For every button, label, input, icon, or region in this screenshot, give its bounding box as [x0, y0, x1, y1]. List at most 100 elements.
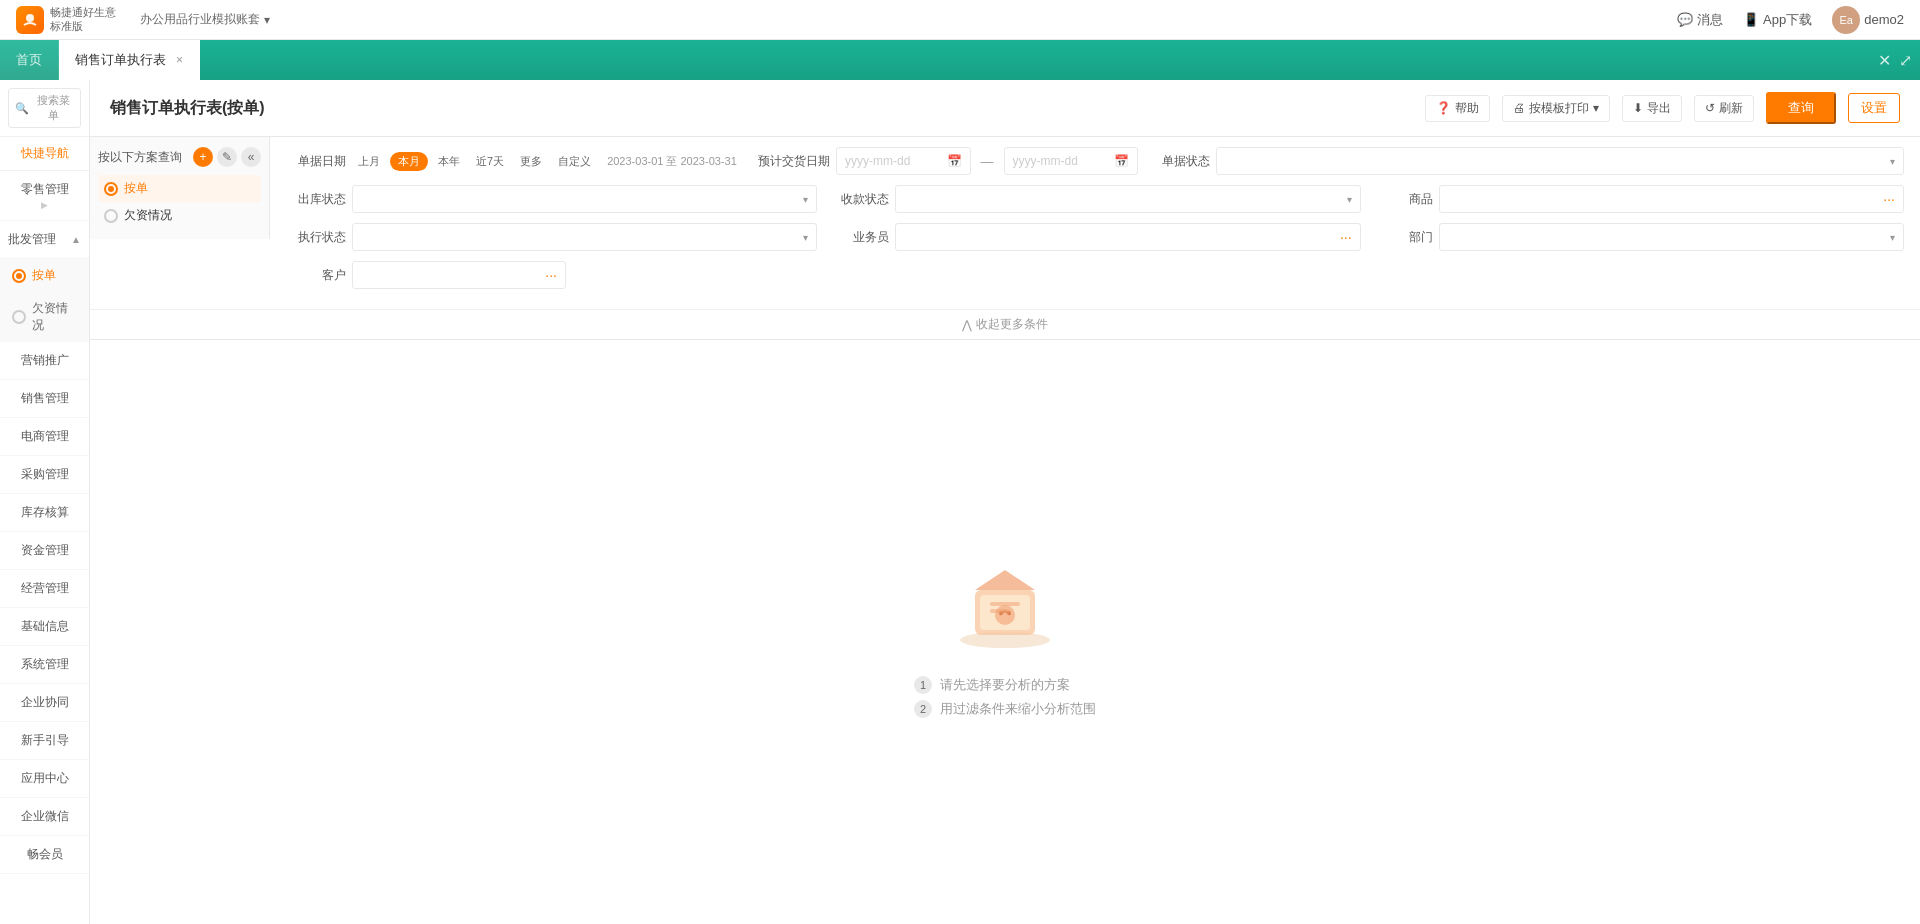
expand-window-icon[interactable]: ⤢: [1899, 51, 1912, 70]
filter-goods-field: 商品 ···: [1373, 185, 1904, 213]
sidebar-item-enterprise[interactable]: 企业协同: [0, 684, 89, 722]
debt-scheme-icon: [104, 209, 118, 223]
payment-label: 收款状态: [829, 191, 889, 208]
help-button[interactable]: ❓ 帮助: [1425, 95, 1490, 122]
salesman-more-icon[interactable]: ···: [1340, 229, 1352, 245]
status-label: 单据状态: [1150, 153, 1210, 170]
payment-select[interactable]: ▾: [895, 185, 1360, 213]
filter-panel: 按以下方案查询 + ✎ «: [90, 137, 1920, 339]
dept-arrow-icon: ▾: [1890, 232, 1895, 243]
sidebar-item-ecommerce[interactable]: 电商管理: [0, 418, 89, 456]
sidebar-item-apps[interactable]: 应用中心: [0, 760, 89, 798]
expected-date-from-input[interactable]: yyyy-mm-dd 📅: [836, 147, 971, 175]
filter-expected-date-field: 预计交货日期 yyyy-mm-dd 📅 — yyyy-mm-dd 📅: [758, 147, 1138, 175]
shortcut-last-month[interactable]: 上月: [352, 152, 386, 171]
exec-select[interactable]: ▾: [352, 223, 817, 251]
filter-date-field: 单据日期 上月 本月 本年 近7天 更多 自定义 2023-03-01 至 20…: [286, 152, 746, 171]
query-button[interactable]: 查询: [1766, 92, 1836, 124]
tab-close-icon[interactable]: ×: [176, 53, 183, 67]
filter-row-3: 执行状态 ▾ 业务员 ···: [286, 223, 1904, 251]
home-tab-label: 首页: [16, 51, 42, 69]
delivery-select[interactable]: ▾: [352, 185, 817, 213]
export-button[interactable]: ⬇ 导出: [1622, 95, 1682, 122]
shortcut-custom[interactable]: 自定义: [552, 152, 597, 171]
scheme-item-order[interactable]: 按单: [98, 175, 261, 202]
close-window-icon[interactable]: ✕: [1878, 51, 1891, 70]
shortcut-this-month[interactable]: 本月: [390, 152, 428, 171]
nav-tabs-right: ✕ ⤢: [1878, 51, 1920, 70]
sidebar-item-retail[interactable]: 零售管理 ▶: [0, 171, 89, 221]
edit-icon: ✎: [222, 150, 232, 164]
sidebar-item-basic[interactable]: 基础信息: [0, 608, 89, 646]
logo-text: 畅捷通好生意 标准版: [50, 6, 116, 32]
scheme-edit-button[interactable]: ✎: [217, 147, 237, 167]
refresh-button[interactable]: ↺ 刷新: [1694, 95, 1754, 122]
filter-scheme: 按以下方案查询 + ✎ «: [90, 137, 270, 239]
step-2-num: 2: [914, 700, 932, 718]
customer-input[interactable]: ···: [352, 261, 566, 289]
sidebar-quick-nav[interactable]: 快捷导航: [0, 137, 89, 171]
step-2-text: 用过滤条件来缩小分析范围: [940, 700, 1096, 718]
svg-point-0: [26, 14, 34, 22]
empty-step-1: 1 请先选择要分析的方案: [914, 676, 1096, 694]
sidebar-item-guide[interactable]: 新手引导: [0, 722, 89, 760]
sidebar-sub-item-debt[interactable]: 欠资情况: [0, 292, 89, 342]
sidebar-item-purchase[interactable]: 采购管理: [0, 456, 89, 494]
scheme-item-debt[interactable]: 欠资情况: [98, 202, 261, 229]
customer-more-icon[interactable]: ···: [545, 267, 557, 283]
logo-icon: [16, 6, 44, 34]
filter-row-1: 单据日期 上月 本月 本年 近7天 更多 自定义 2023-03-01 至 20…: [286, 147, 1904, 175]
page-title: 销售订单执行表(按单): [110, 98, 265, 131]
goods-more-icon[interactable]: ···: [1883, 191, 1895, 207]
svg-rect-9: [990, 609, 1010, 613]
sidebar-sub-item-order[interactable]: 按单: [0, 259, 89, 292]
tab-home[interactable]: 首页: [0, 40, 59, 80]
goods-label: 商品: [1373, 191, 1433, 208]
settings-button[interactable]: 设置: [1848, 93, 1900, 123]
message-button[interactable]: 💬 消息: [1677, 11, 1723, 29]
goods-input[interactable]: ···: [1439, 185, 1904, 213]
sidebar-item-inventory[interactable]: 库存核算: [0, 494, 89, 532]
print-arrow-icon: ▾: [1593, 101, 1599, 115]
sidebar-item-sales-mgmt[interactable]: 销售管理: [0, 380, 89, 418]
sidebar-item-wechat[interactable]: 企业微信: [0, 798, 89, 836]
dept-select[interactable]: ▾: [1439, 223, 1904, 251]
filter-salesman-field: 业务员 ···: [829, 223, 1360, 251]
empty-illustration: [945, 540, 1065, 660]
sidebar-item-marketing[interactable]: 营销推广: [0, 342, 89, 380]
scheme-collapse-button[interactable]: «: [241, 147, 261, 167]
user-menu[interactable]: Ea demo2: [1832, 6, 1904, 34]
help-icon: ❓: [1436, 101, 1451, 115]
status-select[interactable]: ▾: [1216, 147, 1904, 175]
shortcut-7days[interactable]: 近7天: [470, 152, 510, 171]
calendar-icon: 📅: [947, 154, 962, 168]
tab-sales-order[interactable]: 销售订单执行表 ×: [59, 40, 200, 80]
search-menu-button[interactable]: 🔍 搜索菜单: [8, 88, 81, 128]
sidebar-item-system[interactable]: 系统管理: [0, 646, 89, 684]
nav-tabs: 首页 销售订单执行表 × ✕ ⤢: [0, 40, 1920, 80]
step-1-num: 1: [914, 676, 932, 694]
app-download-button[interactable]: 📱 App下载: [1743, 11, 1812, 29]
wholesale-expand-icon: ▲: [71, 234, 81, 245]
salesman-input[interactable]: ···: [895, 223, 1360, 251]
breadcrumb-arrow[interactable]: ▾: [264, 13, 270, 27]
scheme-dot-icon: [104, 182, 118, 196]
breadcrumb: 办公用品行业模拟账套 ▾: [140, 11, 270, 28]
scheme-add-button[interactable]: +: [193, 147, 213, 167]
scheme-actions: + ✎ «: [193, 147, 261, 167]
sidebar-item-member[interactable]: 畅会员: [0, 836, 89, 874]
date-shortcuts: 上月 本月 本年 近7天 更多 自定义: [352, 152, 597, 171]
sidebar-item-finance[interactable]: 资金管理: [0, 532, 89, 570]
shortcut-this-year[interactable]: 本年: [432, 152, 466, 171]
expected-date-to-input[interactable]: yyyy-mm-dd 📅: [1004, 147, 1139, 175]
template-print-button[interactable]: 🖨 按模板打印 ▾: [1502, 95, 1610, 122]
svg-marker-4: [975, 570, 1035, 590]
filter-collapse-button[interactable]: ⋀ 收起更多条件: [90, 309, 1920, 339]
dept-label: 部门: [1373, 229, 1433, 246]
sidebar-item-operations[interactable]: 经营管理: [0, 570, 89, 608]
shortcut-more[interactable]: 更多: [514, 152, 548, 171]
sidebar-item-wholesale[interactable]: 批发管理 ▲: [0, 221, 89, 259]
header-right: 💬 消息 📱 App下载 Ea demo2: [1677, 6, 1904, 34]
order-dot-icon: [12, 269, 26, 283]
header-left: 畅捷通好生意 标准版 办公用品行业模拟账套 ▾: [16, 6, 270, 34]
